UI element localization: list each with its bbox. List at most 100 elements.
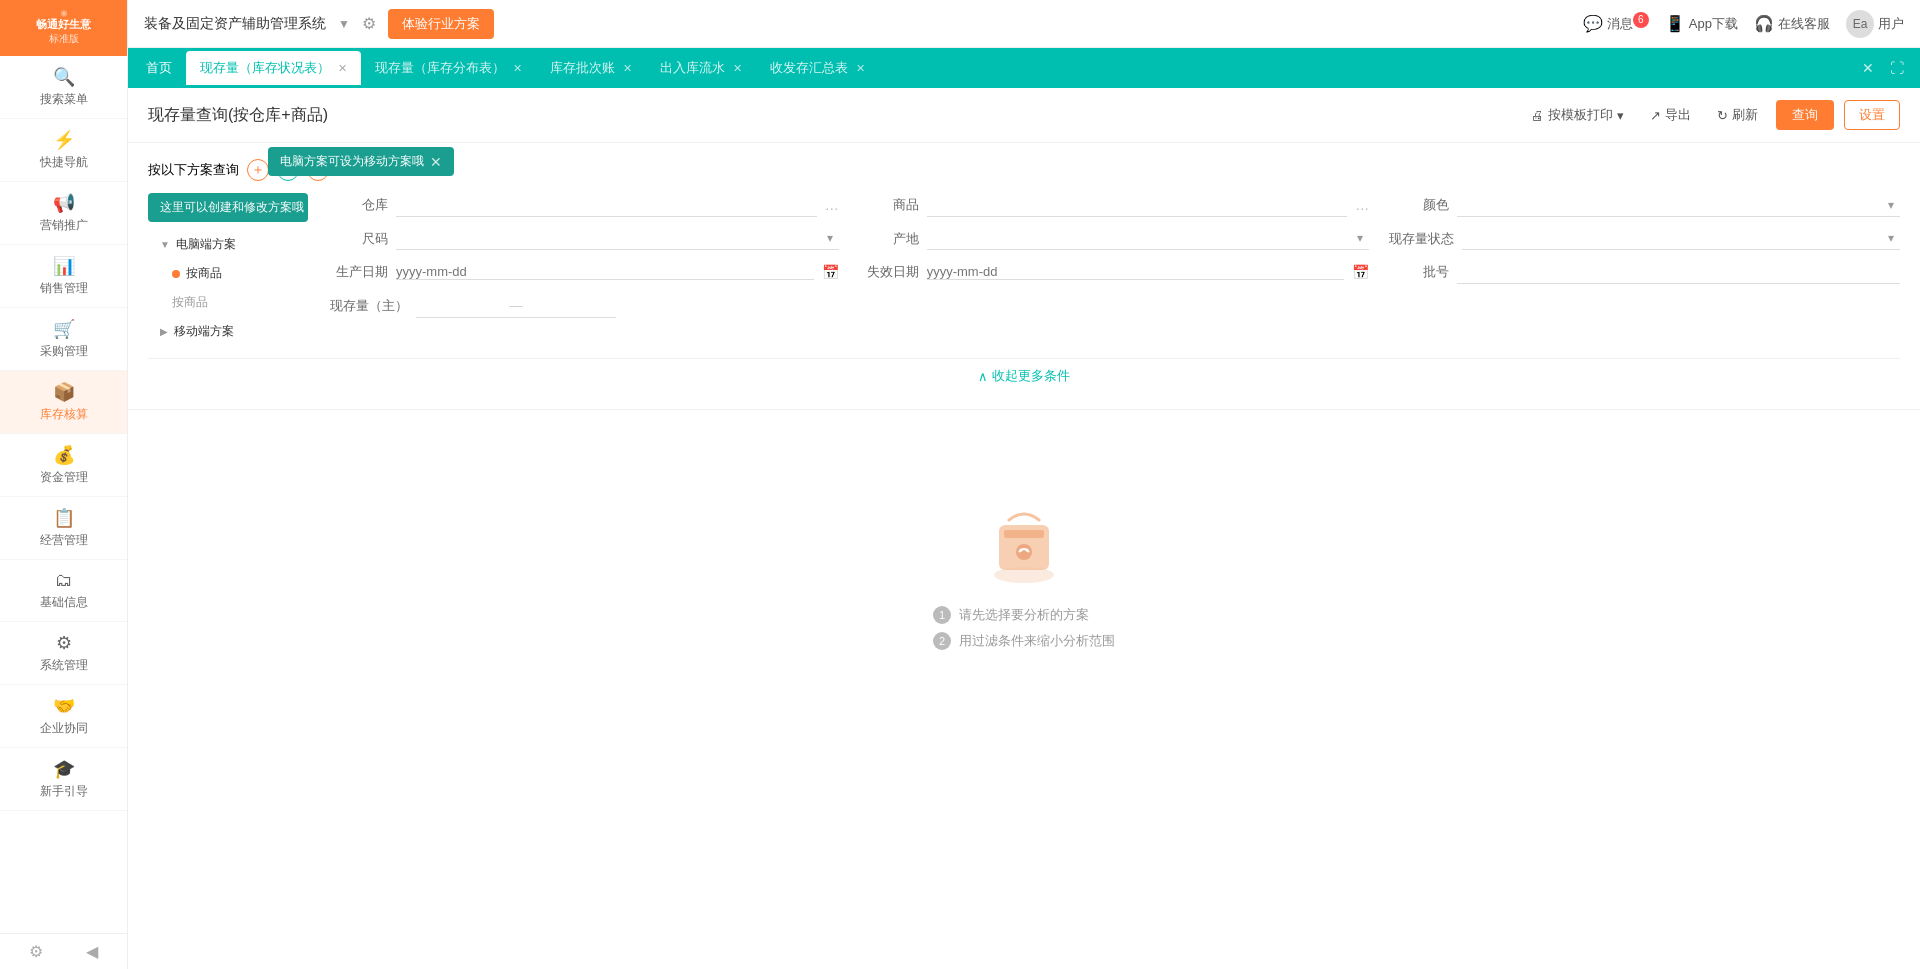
add-scheme-btn[interactable]: ＋ [247, 159, 269, 181]
system-name: 装备及固定资产辅助管理系统 [144, 15, 326, 33]
sidebar-item-newbie[interactable]: 🎓 新手引导 [0, 748, 127, 811]
print-icon: 🖨 [1531, 108, 1544, 123]
sidebar-item-quicknav[interactable]: ⚡ 快捷导航 [0, 119, 127, 182]
tab-close-icon[interactable]: ✕ [856, 63, 865, 74]
scheme-mobile-parent[interactable]: ▶ 移动端方案 [148, 317, 308, 346]
produce-date-range [396, 264, 814, 280]
sidebar-bottom: ⚙ ◀ [0, 933, 127, 969]
user-avatar: Ea [1846, 10, 1874, 38]
search-icon: 🔍 [53, 66, 75, 88]
tab-inventory-dist[interactable]: 现存量（库存分布表） ✕ [361, 51, 536, 85]
export-label: 导出 [1665, 106, 1691, 124]
basic-icon: 🗂 [55, 570, 73, 591]
stock-status-select[interactable]: ▾ [1462, 227, 1900, 250]
expire-date-calendar-icon[interactable]: 📅 [1352, 264, 1369, 280]
tab-in-out-flow[interactable]: 出入库流水 ✕ [646, 51, 756, 85]
search-btn[interactable]: 查询 [1776, 100, 1834, 130]
scheme-desktop-parent[interactable]: ▼ 电脑端方案 [148, 230, 308, 259]
template-print-btn[interactable]: 🖨 按模板打印 ▾ [1523, 102, 1632, 128]
filter-produce-date: 生产日期 📅 [328, 260, 839, 284]
scheme-dot-icon [172, 267, 180, 281]
topbar-settings-icon[interactable]: ⚙ [362, 14, 376, 33]
color-arrow-icon: ▾ [1888, 198, 1894, 212]
avatar-text: Ea [1853, 17, 1868, 31]
produce-date-from[interactable] [396, 264, 486, 279]
sidebar-item-label: 基础信息 [40, 594, 88, 611]
operations-icon: 📋 [53, 507, 75, 529]
filter-row-1: 仓库 … 商品 … 颜色 [328, 193, 1900, 217]
sidebar-item-basic[interactable]: 🗂 基础信息 [0, 560, 127, 622]
sidebar: 6 畅通好生意 标准版 🔍 搜索菜单 ⚡ 快捷导航 📢 营销推广 📊 销售管理 … [0, 0, 128, 969]
stock-qty-from[interactable] [416, 294, 504, 317]
sidebar-item-operations[interactable]: 📋 经营管理 [0, 497, 127, 560]
expire-date-from[interactable] [927, 264, 1017, 279]
warehouse-input[interactable] [396, 193, 817, 217]
sidebar-item-label: 经营管理 [40, 532, 88, 549]
produce-date-calendar-icon[interactable]: 📅 [822, 264, 839, 280]
filter-color: 颜色 ▾ [1389, 193, 1900, 217]
goods-dots[interactable]: … [1355, 197, 1369, 213]
empty-tip-2: 2 用过滤条件来缩小分析范围 [933, 632, 1115, 650]
collapse-sidebar-btn[interactable]: ◀ [86, 942, 98, 961]
sidebar-item-sales[interactable]: 📊 销售管理 [0, 245, 127, 308]
refresh-btn[interactable]: ↻ 刷新 [1709, 102, 1766, 128]
tab-label: 收发存汇总表 [770, 59, 848, 77]
export-btn[interactable]: ↗ 导出 [1642, 102, 1699, 128]
tab-label: 现存量（库存状况表） [200, 59, 330, 77]
tab-close-icon[interactable]: ✕ [513, 63, 522, 74]
origin-label: 产地 [859, 230, 919, 248]
tab-inventory-status[interactable]: 现存量（库存状况表） ✕ [186, 51, 361, 85]
filter-warehouse: 仓库 … [328, 193, 839, 217]
filter-row-3: 生产日期 📅 失效日期 📅 [328, 260, 1900, 284]
online-service-btn[interactable]: 🎧 在线客服 [1754, 14, 1830, 33]
sidebar-item-label: 销售管理 [40, 280, 88, 297]
sidebar-item-enterprise[interactable]: 🤝 企业协同 [0, 685, 127, 748]
sidebar-item-label: 采购管理 [40, 343, 88, 360]
sidebar-item-inventory[interactable]: 📦 库存核算 [0, 371, 127, 434]
stock-qty-to[interactable] [529, 294, 617, 317]
app-download-label: App下载 [1689, 15, 1738, 33]
scheme-expand-icon: ▼ [160, 239, 170, 250]
tab-home[interactable]: 首页 [132, 51, 186, 85]
message-btn[interactable]: 💬 消息 6 [1583, 14, 1649, 33]
tab-summary[interactable]: 收发存汇总表 ✕ [756, 51, 879, 85]
tab-fullscreen-icon[interactable]: ⛶ [1886, 56, 1908, 80]
stock-qty-label: 现存量（主） [328, 297, 408, 315]
tooltip1-close[interactable]: ✕ [430, 154, 442, 170]
color-select[interactable]: ▾ [1457, 194, 1900, 217]
scheme-desktop-child[interactable]: 按商品 [148, 259, 308, 288]
empty-tip-1: 1 请先选择要分析的方案 [933, 606, 1115, 624]
sidebar-item-purchase[interactable]: 🛒 采购管理 [0, 308, 127, 371]
warehouse-dots[interactable]: … [825, 197, 839, 213]
batch-input[interactable] [1457, 260, 1900, 284]
sidebar-item-finance[interactable]: 💰 资金管理 [0, 434, 127, 497]
trial-btn[interactable]: 体验行业方案 [388, 9, 494, 39]
sidebar-item-marketing[interactable]: 📢 营销推广 [0, 182, 127, 245]
sidebar-item-label: 系统管理 [40, 657, 88, 674]
tab-close-icon[interactable]: ✕ [338, 63, 347, 74]
goods-input[interactable] [927, 193, 1348, 217]
system-dropdown-icon[interactable]: ▼ [338, 17, 350, 31]
warehouse-label: 仓库 [328, 196, 388, 214]
tab-batch-ledger[interactable]: 库存批次账 ✕ [536, 51, 646, 85]
tab-close-icon[interactable]: ✕ [733, 63, 742, 74]
sidebar-item-search[interactable]: 🔍 搜索菜单 [0, 56, 127, 119]
user-area[interactable]: Ea 用户 [1846, 10, 1904, 38]
filter-expire-date: 失效日期 📅 [859, 260, 1370, 284]
app-download-btn[interactable]: 📱 App下载 [1665, 14, 1738, 33]
collapse-up-icon: ∧ [978, 369, 988, 384]
marketing-icon: 📢 [53, 192, 75, 214]
size-select[interactable]: ▾ [396, 227, 839, 250]
tooltip2-close[interactable]: ✕ [310, 200, 322, 216]
settings-bottom-btn[interactable]: ⚙ [29, 942, 43, 961]
tab-close-icon[interactable]: ✕ [623, 63, 632, 74]
collapse-btn[interactable]: ∧ 收起更多条件 [978, 367, 1070, 385]
sidebar-item-label: 搜索菜单 [40, 91, 88, 108]
settings-btn[interactable]: 设置 [1844, 100, 1900, 130]
sales-icon: 📊 [53, 255, 75, 277]
tab-close-all-icon[interactable]: ✕ [1858, 56, 1878, 80]
sidebar-item-system[interactable]: ⚙ 系统管理 [0, 622, 127, 685]
message-badge: 6 [1633, 12, 1649, 28]
svg-point-7 [1020, 549, 1023, 552]
origin-select[interactable]: ▾ [927, 227, 1370, 250]
